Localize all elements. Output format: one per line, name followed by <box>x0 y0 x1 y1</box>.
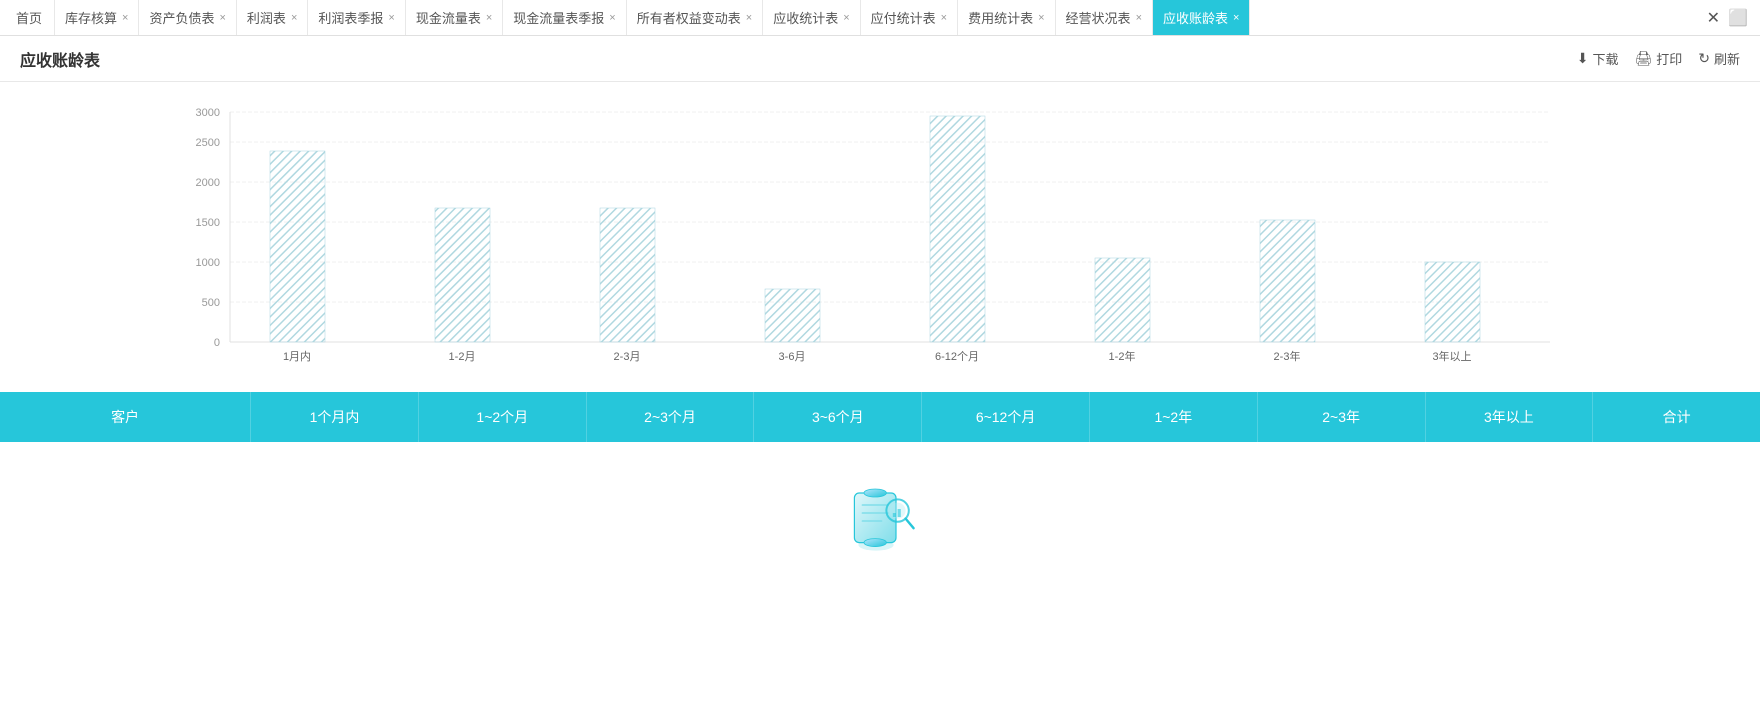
tab-bar: 首页 库存核算 × 资产负债表 × 利润表 × 利润表季报 × 现金流量表 × … <box>0 0 1760 36</box>
svg-text:1-2月: 1-2月 <box>449 351 476 363</box>
bar-6-12月 <box>930 116 985 342</box>
tab-operation[interactable]: 经营状况表 × <box>1056 0 1153 36</box>
tab-close-profit-quarter[interactable]: × <box>388 12 394 24</box>
tab-close-operation[interactable]: × <box>1136 12 1142 24</box>
tab-close-ar-aging[interactable]: × <box>1233 12 1239 24</box>
refresh-button[interactable]: ↻ 刷新 <box>1698 49 1740 68</box>
svg-text:1月内: 1月内 <box>283 349 311 363</box>
bar-3-6月 <box>765 289 820 342</box>
print-button[interactable]: 🖨 打印 <box>1634 49 1682 68</box>
bar-2-3月 <box>600 208 655 342</box>
main-content: 0 500 1000 1500 2000 2500 3000 <box>0 82 1760 720</box>
table-header: 客户 1个月内 1~2个月 2~3个月 3~6个月 6~12个月 1~2年 2~… <box>0 392 1760 442</box>
download-icon: ⬇ <box>1577 50 1589 67</box>
tab-ap-stat[interactable]: 应付统计表 × <box>861 0 958 36</box>
tab-close-ap-stat[interactable]: × <box>941 12 947 24</box>
th-1-2month: 1~2个月 <box>419 392 587 442</box>
tab-close-expense-stat[interactable]: × <box>1038 12 1044 24</box>
empty-state-icon <box>830 477 930 557</box>
svg-text:1000: 1000 <box>196 257 220 269</box>
tab-profit-quarter[interactable]: 利润表季报 × <box>308 0 405 36</box>
tab-close-ar-stat[interactable]: × <box>843 12 849 24</box>
th-3year-plus: 3年以上 <box>1426 392 1594 442</box>
svg-text:3000: 3000 <box>196 107 220 119</box>
th-customer: 客户 <box>0 392 251 442</box>
empty-state <box>0 442 1760 592</box>
svg-text:0: 0 <box>214 337 220 349</box>
th-3-6month: 3~6个月 <box>754 392 922 442</box>
tab-balance[interactable]: 资产负债表 × <box>139 0 236 36</box>
th-2-3month: 2~3个月 <box>587 392 755 442</box>
tab-close-equity[interactable]: × <box>746 12 752 24</box>
tab-ar-stat[interactable]: 应收统计表 × <box>763 0 860 36</box>
tab-cashflow[interactable]: 现金流量表 × <box>406 0 503 36</box>
svg-text:2000: 2000 <box>196 177 220 189</box>
refresh-icon: ↻ <box>1698 50 1710 67</box>
svg-text:2500: 2500 <box>196 137 220 149</box>
page-header: 应收账龄表 ⬇ 下载 🖨 打印 ↻ 刷新 <box>0 36 1760 82</box>
th-6-12month: 6~12个月 <box>922 392 1090 442</box>
tab-cashflow-quarter[interactable]: 现金流量表季报 × <box>503 0 626 36</box>
tab-inventory[interactable]: 库存核算 × <box>55 0 139 36</box>
tab-close-cashflow-quarter[interactable]: × <box>609 12 615 24</box>
tab-ar-aging[interactable]: 应收账龄表 × <box>1153 0 1250 36</box>
page-title: 应收账龄表 <box>20 47 100 71</box>
tab-profit[interactable]: 利润表 × <box>237 0 308 36</box>
header-actions: ⬇ 下载 🖨 打印 ↻ 刷新 <box>1577 49 1740 68</box>
th-total: 合计 <box>1593 392 1760 442</box>
bar-1月内 <box>270 151 325 342</box>
bar-3年以上 <box>1425 262 1480 342</box>
svg-text:3-6月: 3-6月 <box>779 351 806 363</box>
svg-text:1500: 1500 <box>196 217 220 229</box>
tab-close-profit[interactable]: × <box>291 12 297 24</box>
bar-1-2月 <box>435 208 490 342</box>
svg-text:500: 500 <box>202 297 220 309</box>
tab-close-balance[interactable]: × <box>219 12 225 24</box>
bar-1-2年 <box>1095 258 1150 342</box>
tab-home[interactable]: 首页 <box>4 0 55 36</box>
download-button[interactable]: ⬇ 下载 <box>1577 49 1619 68</box>
maximize-window-icon[interactable]: ⬜ <box>1728 8 1748 28</box>
tab-close-cashflow[interactable]: × <box>486 12 492 24</box>
close-window-icon[interactable]: ✕ <box>1707 8 1720 28</box>
th-2-3year: 2~3年 <box>1258 392 1426 442</box>
svg-text:2-3月: 2-3月 <box>614 351 641 363</box>
chart-area: 0 500 1000 1500 2000 2500 3000 <box>0 82 1760 392</box>
svg-text:3年以上: 3年以上 <box>1432 349 1471 363</box>
tab-equity[interactable]: 所有者权益变动表 × <box>627 0 763 36</box>
th-1-2year: 1~2年 <box>1090 392 1258 442</box>
tab-bar-actions: ✕ ⬜ <box>1691 8 1756 28</box>
svg-text:1-2年: 1-2年 <box>1109 349 1136 363</box>
tab-close-inventory[interactable]: × <box>122 12 128 24</box>
svg-text:2-3年: 2-3年 <box>1274 349 1301 363</box>
chart-wrapper: 0 500 1000 1500 2000 2500 3000 <box>20 102 1720 382</box>
th-1month: 1个月内 <box>251 392 419 442</box>
bar-2-3年 <box>1260 220 1315 342</box>
bar-chart: 0 500 1000 1500 2000 2500 3000 <box>20 102 1720 382</box>
print-icon: 🖨 <box>1634 50 1652 67</box>
tab-expense-stat[interactable]: 费用统计表 × <box>958 0 1055 36</box>
svg-text:6-12个月: 6-12个月 <box>935 350 979 363</box>
